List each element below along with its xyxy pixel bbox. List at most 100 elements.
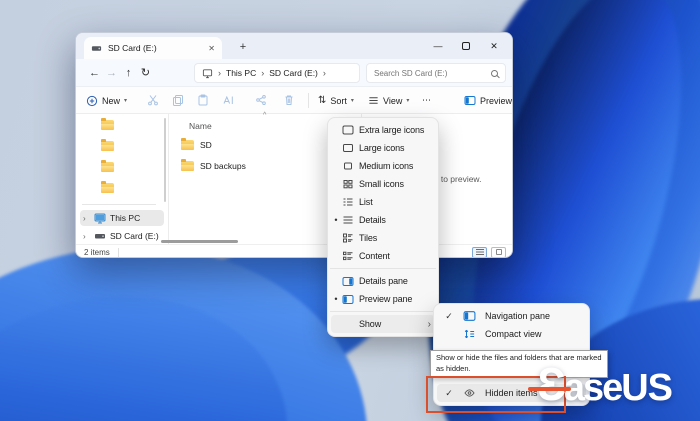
desktop: SD Card (E:) ✕ + — ✕ ← → ↑ ↻ › This PC › (0, 0, 700, 421)
more-button[interactable]: ⋯ (422, 87, 431, 114)
list-icon (341, 196, 354, 208)
view-menu-item-content[interactable]: Content (331, 247, 435, 265)
chevron-down-icon: ▾ (351, 97, 354, 104)
this-pc-icon (94, 212, 106, 224)
item-count: 2 items (84, 248, 110, 257)
close-button[interactable]: ✕ (480, 35, 508, 57)
details-icon (341, 214, 354, 226)
view-menu-item-large-icons[interactable]: Large icons (331, 139, 435, 157)
back-button[interactable]: ← (86, 67, 103, 79)
sd-drive-icon (94, 230, 106, 242)
sidebar-pinned-folder[interactable] (101, 135, 141, 156)
view-menu-item-tiles[interactable]: Tiles (331, 229, 435, 247)
sidebar-pinned-folder[interactable] (101, 177, 141, 198)
menu-item-label: Large icons (359, 143, 431, 153)
breadcrumb: › This PC › SD Card (E:) › (194, 63, 360, 83)
new-tab-button[interactable]: + (234, 38, 252, 56)
minimize-button[interactable]: — (424, 35, 452, 57)
sort-button-label: Sort (330, 96, 347, 106)
search-box[interactable] (366, 63, 506, 83)
file-explorer-window: SD Card (E:) ✕ + — ✕ ← → ↑ ↻ › This PC › (75, 32, 513, 258)
sidebar-item-this-pc[interactable]: › This PC (80, 210, 164, 226)
details-pane-icon (341, 276, 354, 287)
folder-icon (101, 120, 114, 130)
sidebar-scrollbar[interactable] (164, 118, 166, 202)
easeus-logo-mid: ase (564, 367, 621, 410)
tab-sd-card[interactable]: SD Card (E:) ✕ (84, 37, 222, 59)
breadcrumb-separator: › (218, 68, 221, 78)
up-button[interactable]: ↑ (120, 67, 137, 79)
maximize-button[interactable] (452, 35, 480, 57)
view-menu-item-details-pane[interactable]: Details pane (331, 272, 435, 290)
sidebar-pinned-folders (101, 114, 141, 198)
view-menu-item-small-icons[interactable]: Small icons (331, 175, 435, 193)
view-menu-item-preview-pane[interactable]: • Preview pane (331, 290, 435, 308)
view-button-label: View (383, 96, 402, 106)
new-button-label: New (102, 96, 120, 106)
file-row-sd-backups[interactable]: SD backups (181, 157, 331, 175)
status-divider (118, 248, 119, 257)
easeus-logo-accent-bar (528, 387, 571, 391)
copy-icon[interactable] (171, 94, 185, 106)
view-button[interactable]: View ▾ (368, 87, 409, 114)
submenu-item-navigation-pane[interactable]: ✓ Navigation pane (437, 307, 586, 325)
view-menu-item-list[interactable]: List (331, 193, 435, 211)
search-icon (491, 70, 498, 77)
menu-item-label: Details pane (359, 276, 431, 286)
menu-item-label: Show (359, 319, 428, 329)
search-input[interactable] (374, 69, 491, 78)
refresh-button[interactable]: ↻ (137, 66, 154, 79)
details-lines-icon (476, 249, 484, 255)
column-header-name[interactable]: Name (189, 121, 212, 131)
pane-divider (168, 114, 169, 244)
view-menu: Extra large icons Large icons Medium ico… (327, 117, 439, 337)
menu-item-label: Extra large icons (359, 125, 431, 135)
chevron-down-icon: ▾ (124, 97, 127, 104)
menu-separator (330, 268, 436, 269)
view-menu-item-medium-icons[interactable]: Medium icons (331, 157, 435, 175)
toolbar-divider (308, 93, 309, 108)
menu-item-label: List (359, 197, 431, 207)
tab-close-button[interactable]: ✕ (208, 44, 215, 53)
sort-button[interactable]: ⇅ Sort ▾ (318, 87, 354, 114)
sidebar-pinned-folder[interactable] (101, 156, 141, 177)
rename-icon[interactable] (221, 94, 235, 106)
view-menu-item-details[interactable]: • Details (331, 211, 435, 229)
tiles-icon (341, 232, 354, 244)
folder-icon (101, 162, 114, 172)
sidebar-item-label: This PC (110, 213, 140, 223)
compact-view-icon (461, 328, 477, 340)
delete-icon[interactable] (282, 94, 296, 106)
share-icon[interactable] (254, 94, 268, 106)
view-menu-item-extra-large-icons[interactable]: Extra large icons (331, 121, 435, 139)
horizontal-scrollbar[interactable] (161, 240, 238, 243)
breadcrumb-item-sd-card[interactable]: SD Card (E:) (269, 68, 318, 78)
view-toggles (472, 247, 506, 258)
expander-chevron-icon[interactable]: › (83, 232, 90, 241)
sort-ascending-indicator[interactable]: ^ (263, 112, 266, 119)
expander-chevron-icon[interactable]: › (83, 214, 90, 223)
paste-icon[interactable] (196, 94, 210, 106)
view-menu-item-show[interactable]: Show › (331, 315, 435, 333)
selection-bullet: • (331, 294, 341, 304)
sidebar-pinned-folder[interactable] (101, 114, 141, 135)
folder-icon (181, 140, 194, 150)
breadcrumb-item-this-pc[interactable]: This PC (226, 68, 256, 78)
new-plus-icon (86, 95, 98, 107)
maximize-icon (462, 42, 470, 50)
small-icons-icon (341, 178, 354, 190)
icons-view-toggle[interactable] (491, 247, 506, 258)
status-bar: 2 items (76, 244, 512, 258)
menu-item-label: Small icons (359, 179, 431, 189)
details-view-toggle[interactable] (472, 247, 487, 258)
new-button[interactable]: New ▾ (86, 87, 127, 114)
preview-button-label: Preview (480, 96, 512, 106)
forward-button[interactable]: → (103, 67, 120, 79)
preview-toggle-button[interactable]: Preview (464, 87, 512, 114)
large-icons-square-icon (496, 249, 502, 255)
submenu-item-compact-view[interactable]: Compact view (437, 325, 586, 343)
sidebar-item-sd-card[interactable]: › SD Card (E:) (80, 228, 164, 244)
menu-item-label: Medium icons (359, 161, 431, 171)
file-row-sd[interactable]: SD (181, 136, 331, 154)
cut-icon[interactable] (146, 94, 160, 106)
